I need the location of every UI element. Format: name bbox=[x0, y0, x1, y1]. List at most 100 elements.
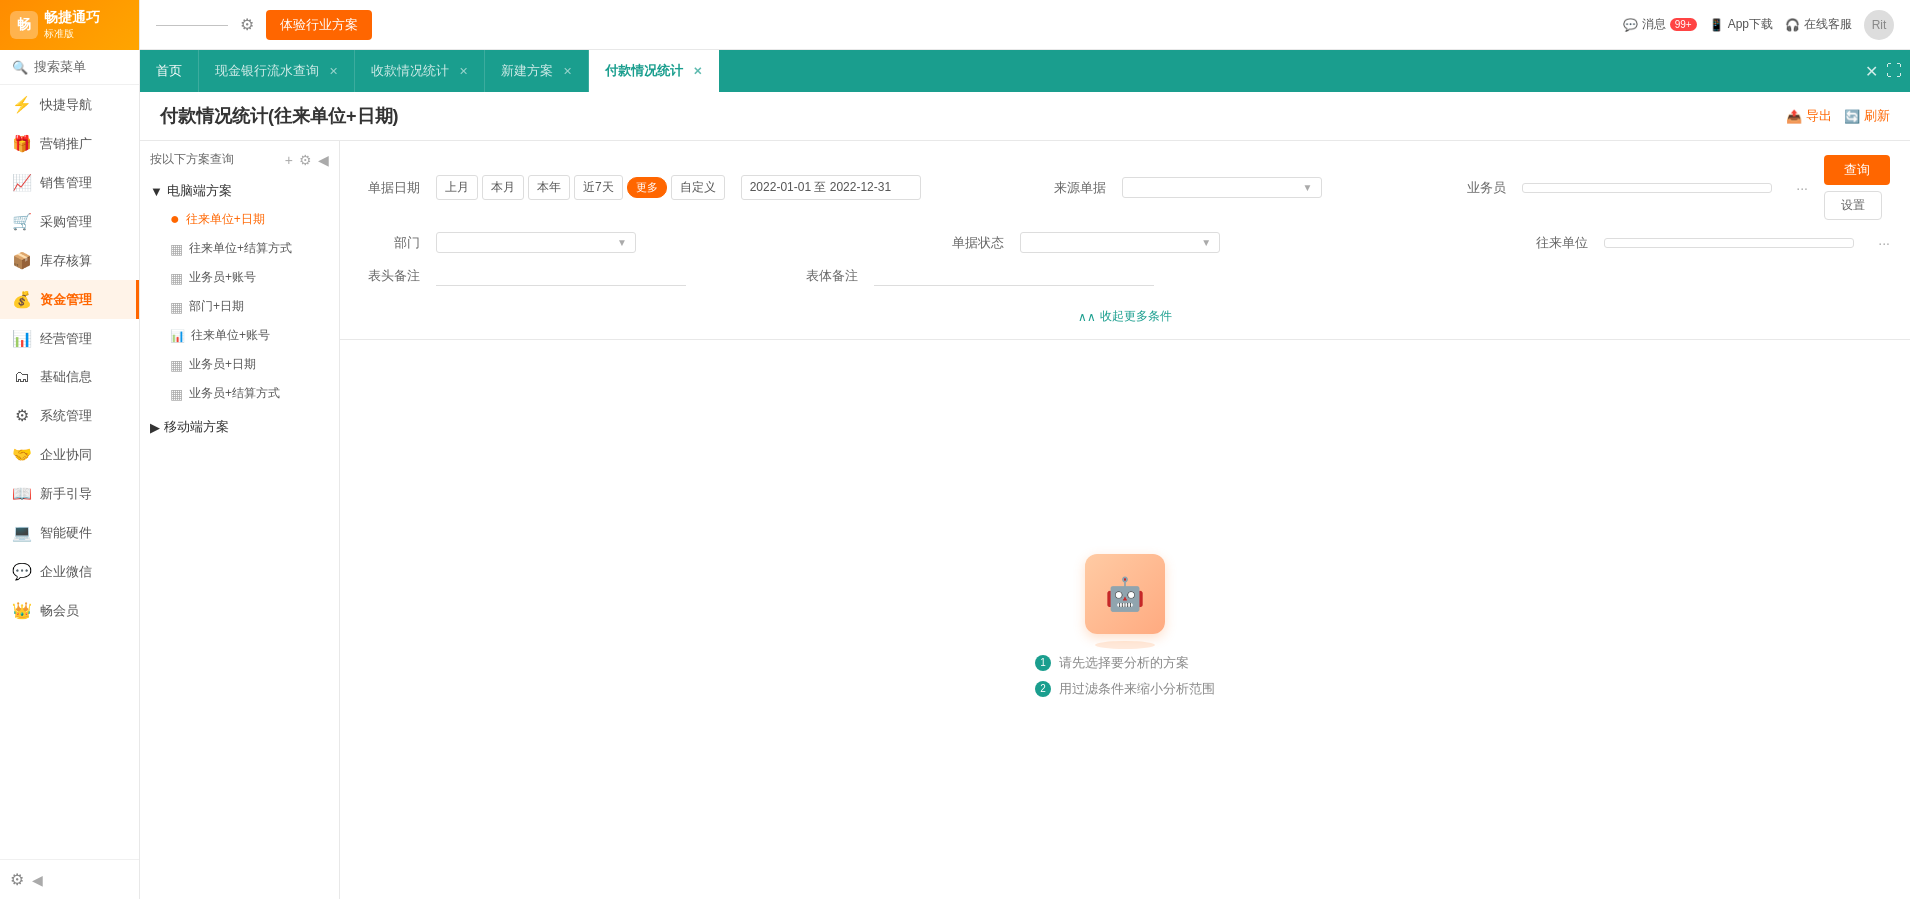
this-year-btn[interactable]: 本年 bbox=[528, 175, 570, 200]
app-download-btn[interactable]: 📱 App下载 bbox=[1709, 16, 1773, 33]
scheme-icon: ▦ bbox=[170, 299, 183, 315]
scheme-item-partner-date[interactable]: ● 往来单位+日期 bbox=[150, 204, 329, 234]
tab-home[interactable]: 首页 bbox=[140, 50, 199, 92]
custom-btn[interactable]: 自定义 bbox=[671, 175, 725, 200]
service-btn[interactable]: 🎧 在线客服 bbox=[1785, 16, 1852, 33]
sidebar-item-wechat[interactable]: 💬 企业微信 bbox=[0, 552, 139, 591]
close-window-btn[interactable]: ✕ bbox=[1865, 62, 1878, 81]
export-btn[interactable]: 📤 导出 bbox=[1786, 107, 1832, 125]
collapse-sidebar-btn[interactable]: ◀ bbox=[32, 872, 43, 888]
source-select[interactable]: ▼ bbox=[1122, 177, 1322, 198]
sidebar-item-operations[interactable]: 📊 经营管理 bbox=[0, 319, 139, 358]
sidebar-item-guide[interactable]: 📖 新手引导 bbox=[0, 474, 139, 513]
maximize-window-btn[interactable]: ⛶ bbox=[1886, 62, 1902, 80]
tab-payment-label: 付款情况统计 bbox=[605, 62, 683, 80]
system-icon: ⚙ bbox=[12, 406, 32, 425]
staff-label: 业务员 bbox=[1446, 179, 1506, 197]
sidebar-item-capital[interactable]: 💰 资金管理 bbox=[0, 280, 139, 319]
tab-new-scheme[interactable]: 新建方案 ✕ bbox=[485, 50, 589, 92]
topbar-gear-icon[interactable]: ⚙ bbox=[240, 15, 254, 34]
sidebar-item-system[interactable]: ⚙ 系统管理 bbox=[0, 396, 139, 435]
scheme-item-dept-date[interactable]: ▦ 部门+日期 bbox=[150, 292, 329, 321]
sidebar-search[interactable]: 🔍 搜索菜单 bbox=[0, 50, 139, 85]
enterprise-icon: 🤝 bbox=[12, 445, 32, 464]
sidebar-item-quick-nav[interactable]: ⚡ 快捷导航 bbox=[0, 85, 139, 124]
partner-select[interactable] bbox=[1604, 238, 1854, 248]
empty-state: 🤖 1 请先选择要分析的方案 2 用过滤条件来缩小分析范围 bbox=[340, 340, 1910, 899]
partner-more-btn[interactable]: ··· bbox=[1878, 235, 1890, 251]
mobile-group-label: 移动端方案 bbox=[164, 418, 229, 436]
partner-label: 往来单位 bbox=[1528, 234, 1588, 252]
empty-tip-1: 1 请先选择要分析的方案 bbox=[1035, 654, 1215, 672]
dept-label: 部门 bbox=[360, 234, 420, 252]
sidebar-item-enterprise[interactable]: 🤝 企业协同 bbox=[0, 435, 139, 474]
sidebar-item-label: 资金管理 bbox=[40, 291, 92, 309]
user-text: Rit bbox=[1872, 18, 1887, 32]
collapse-label: 收起更多条件 bbox=[1100, 308, 1172, 325]
sidebar-item-member[interactable]: 👑 畅会员 bbox=[0, 591, 139, 630]
refresh-btn[interactable]: 🔄 刷新 bbox=[1844, 107, 1890, 125]
empty-tip-2: 2 用过滤条件来缩小分析范围 bbox=[1035, 680, 1215, 698]
trial-btn[interactable]: 体验行业方案 bbox=[266, 10, 372, 40]
sidebar-footer: ⚙ ◀ bbox=[0, 859, 139, 899]
status-select[interactable]: ▼ bbox=[1020, 232, 1220, 253]
settings-icon[interactable]: ⚙ bbox=[10, 870, 24, 889]
mobile-group-arrow: ▶ bbox=[150, 420, 160, 435]
user-avatar[interactable]: Rit bbox=[1864, 10, 1894, 40]
status-arrow: ▼ bbox=[1201, 237, 1211, 248]
date-range-display[interactable]: 2022-01-01 至 2022-12-31 bbox=[741, 175, 921, 200]
tab-bank[interactable]: 现金银行流水查询 ✕ bbox=[199, 50, 355, 92]
main-content: —————— ⚙ 体验行业方案 💬 消息 99+ 📱 App下载 🎧 在线客服 … bbox=[140, 0, 1910, 899]
operations-icon: 📊 bbox=[12, 329, 32, 348]
service-label: 在线客服 bbox=[1804, 16, 1852, 33]
panel-collapse-btn[interactable]: ◀ bbox=[318, 152, 329, 168]
note-body-input[interactable] bbox=[874, 265, 1154, 286]
collapse-more-btn[interactable]: ∧∧ 收起更多条件 bbox=[1078, 308, 1172, 325]
tab-receipt[interactable]: 收款情况统计 ✕ bbox=[355, 50, 485, 92]
scheme-item-staff-account[interactable]: ▦ 业务员+账号 bbox=[150, 263, 329, 292]
sidebar-item-purchase[interactable]: 🛒 采购管理 bbox=[0, 202, 139, 241]
robot-shadow bbox=[1095, 641, 1155, 649]
tab-new-scheme-close[interactable]: ✕ bbox=[563, 65, 572, 78]
message-label: 消息 bbox=[1642, 16, 1666, 33]
sidebar-item-sales[interactable]: 📈 销售管理 bbox=[0, 163, 139, 202]
scheme-item-staff-settle[interactable]: ▦ 业务员+结算方式 bbox=[150, 379, 329, 408]
logo-icon: 畅 bbox=[10, 11, 38, 39]
note-header-input[interactable] bbox=[436, 265, 686, 286]
tab-bank-close[interactable]: ✕ bbox=[329, 65, 338, 78]
query-btn[interactable]: 查询 bbox=[1824, 155, 1890, 185]
sidebar-item-hardware[interactable]: 💻 智能硬件 bbox=[0, 513, 139, 552]
member-icon: 👑 bbox=[12, 601, 32, 620]
source-label: 来源单据 bbox=[1046, 179, 1106, 197]
desktop-group-header[interactable]: ▼ 电脑端方案 bbox=[150, 178, 329, 204]
tab-receipt-close[interactable]: ✕ bbox=[459, 65, 468, 78]
scheme-item-partner-settle[interactable]: ▦ 往来单位+结算方式 bbox=[150, 234, 329, 263]
mobile-group-header[interactable]: ▶ 移动端方案 bbox=[150, 414, 329, 440]
this-month-btn[interactable]: 本月 bbox=[482, 175, 524, 200]
last-month-btn[interactable]: 上月 bbox=[436, 175, 478, 200]
scheme-item-staff-date[interactable]: ▦ 业务员+日期 bbox=[150, 350, 329, 379]
tab-payment[interactable]: 付款情况统计 ✕ bbox=[589, 50, 719, 92]
sidebar-item-inventory[interactable]: 📦 库存核算 bbox=[0, 241, 139, 280]
desktop-group-label: 电脑端方案 bbox=[167, 182, 232, 200]
tab-window-btns: ✕ ⛶ bbox=[1857, 50, 1910, 92]
last-7days-btn[interactable]: 近7天 bbox=[574, 175, 623, 200]
left-panel-title: 按以下方案查询 bbox=[150, 151, 234, 168]
add-scheme-btn[interactable]: + bbox=[285, 152, 293, 168]
tab-payment-close[interactable]: ✕ bbox=[693, 65, 702, 78]
staff-select[interactable] bbox=[1522, 183, 1772, 193]
staff-more-btn[interactable]: ··· bbox=[1796, 180, 1808, 196]
dept-select[interactable]: ▼ bbox=[436, 232, 636, 253]
sidebar-item-label: 销售管理 bbox=[40, 174, 92, 192]
scheme-settings-btn[interactable]: ⚙ bbox=[299, 152, 312, 168]
scheme-item-partner-account[interactable]: 📊 往来单位+账号 bbox=[150, 321, 329, 350]
sales-icon: 📈 bbox=[12, 173, 32, 192]
more-btn[interactable]: 更多 bbox=[627, 177, 667, 198]
sidebar-item-basic[interactable]: 🗂 基础信息 bbox=[0, 358, 139, 396]
date-label: 单据日期 bbox=[360, 179, 420, 197]
settings-display-btn[interactable]: 设置 bbox=[1824, 191, 1882, 220]
sidebar-item-label: 快捷导航 bbox=[40, 96, 92, 114]
sidebar-item-marketing[interactable]: 🎁 营销推广 bbox=[0, 124, 139, 163]
message-btn[interactable]: 💬 消息 99+ bbox=[1623, 16, 1697, 33]
tabs-spacer bbox=[719, 50, 1857, 92]
